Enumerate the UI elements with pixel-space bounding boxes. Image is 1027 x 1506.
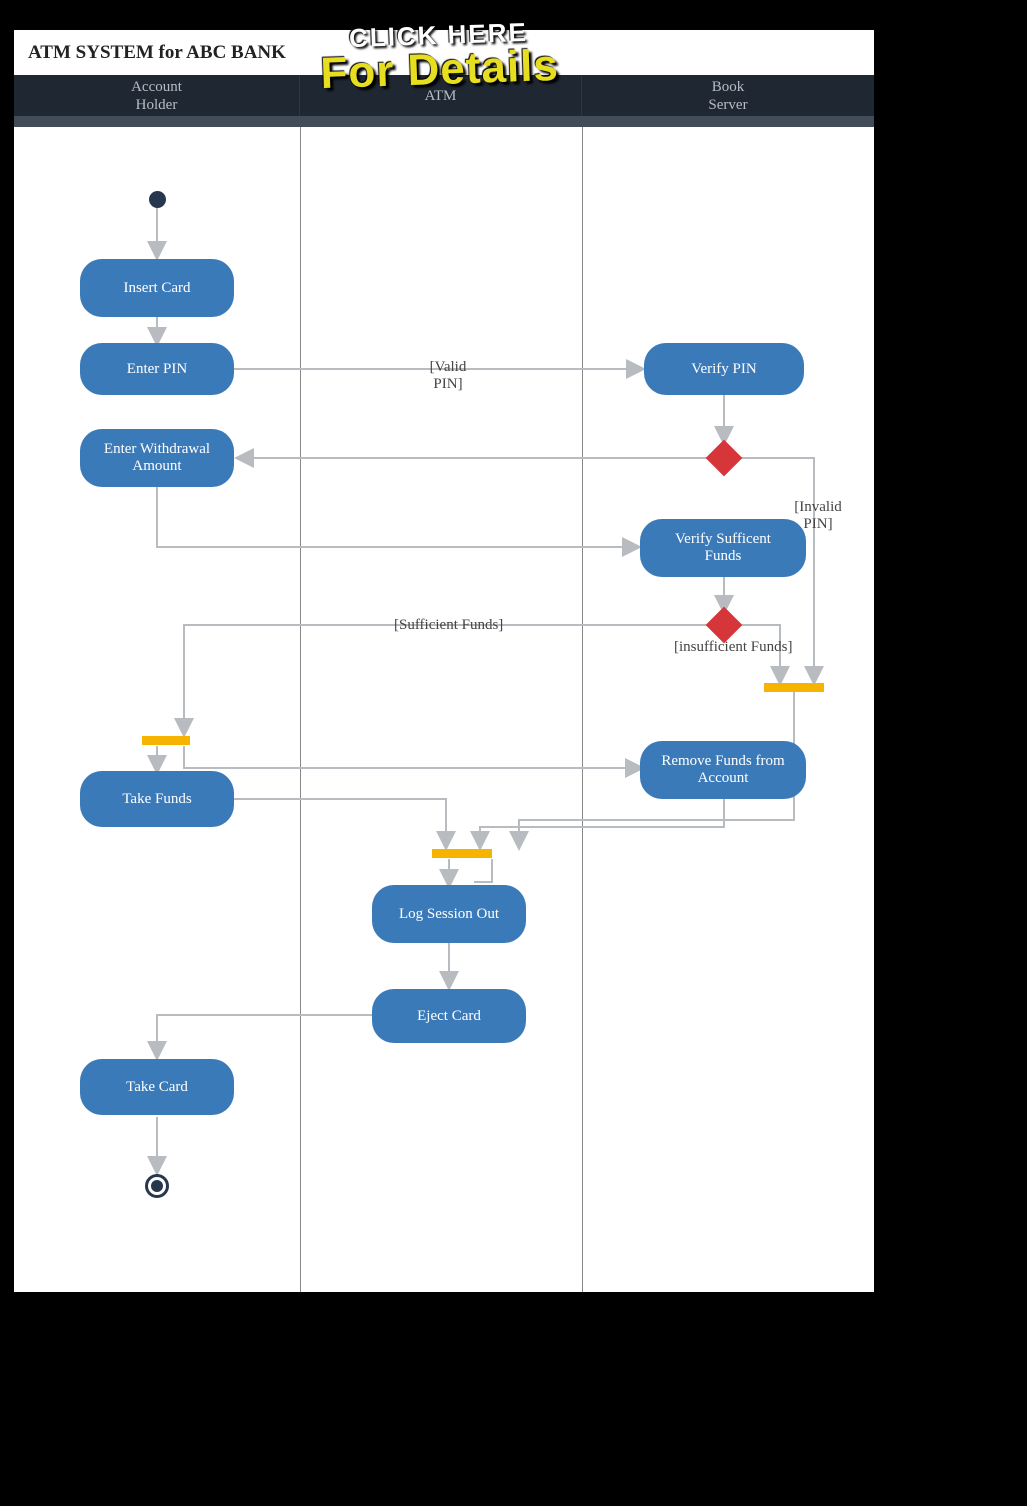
diagram-title-text: ATM SYSTEM for ABC BANK [28,42,286,64]
activity-log-session-out: Log Session Out [372,885,526,943]
start-node [149,191,166,208]
decision-pin [706,440,743,477]
lane-account-holder-label: Account Holder [131,78,182,114]
page-root: ATM SYSTEM for ABC BANK Account Holder A… [0,0,1027,1506]
activity-verify-pin: Verify PIN [644,343,804,395]
activity-verify-funds: Verify Sufficent Funds [640,519,806,577]
guard-valid-pin: [Valid PIN] [418,359,478,393]
diagram-title: ATM SYSTEM for ABC BANK [14,30,874,75]
join-bar-middle [432,849,492,858]
activity-take-card: Take Card [80,1059,234,1115]
lane-book-server-label: Book Server [708,78,747,114]
activity-verify-pin-label: Verify PIN [691,361,756,378]
activity-eject-card: Eject Card [372,989,526,1043]
lane-separator-1 [300,127,301,1292]
activity-enter-pin-label: Enter PIN [127,361,187,378]
guard-insufficient-funds: [insufficient Funds] [674,639,792,656]
activity-log-session-out-label: Log Session Out [399,906,499,923]
end-node [145,1174,169,1198]
activity-remove-funds-label: Remove Funds from Account [661,753,784,787]
activity-verify-funds-label: Verify Sufficent Funds [675,531,771,565]
activity-enter-pin: Enter PIN [80,343,234,395]
lane-account-holder: Account Holder [14,75,300,116]
lane-atm: ATM [300,75,582,116]
swimlane-header: Account Holder ATM Book Server [14,75,874,116]
guard-sufficient-funds: [Sufficient Funds] [394,617,503,634]
activity-insert-card: Insert Card [80,259,234,317]
activity-enter-withdrawal: Enter Withdrawal Amount [80,429,234,487]
activity-remove-funds: Remove Funds from Account [640,741,806,799]
activity-enter-withdrawal-label: Enter Withdrawal Amount [104,441,210,475]
swimlane-subheader [14,116,874,127]
decision-funds [706,607,743,644]
diagram-canvas: Insert Card Enter PIN Enter Withdrawal A… [14,127,874,1292]
activity-take-card-label: Take Card [126,1079,188,1096]
lane-atm-label: ATM [425,87,457,105]
lane-book-server: Book Server [582,75,874,116]
activity-take-funds: Take Funds [80,771,234,827]
join-bar-upper [764,683,824,692]
diagram-container: ATM SYSTEM for ABC BANK Account Holder A… [14,30,874,1292]
activity-take-funds-label: Take Funds [122,791,191,808]
fork-bar-left [142,736,190,745]
lane-separator-2 [582,127,583,1292]
activity-eject-card-label: Eject Card [417,1008,481,1025]
activity-insert-card-label: Insert Card [123,280,190,297]
guard-invalid-pin: [Invalid PIN] [786,499,850,533]
